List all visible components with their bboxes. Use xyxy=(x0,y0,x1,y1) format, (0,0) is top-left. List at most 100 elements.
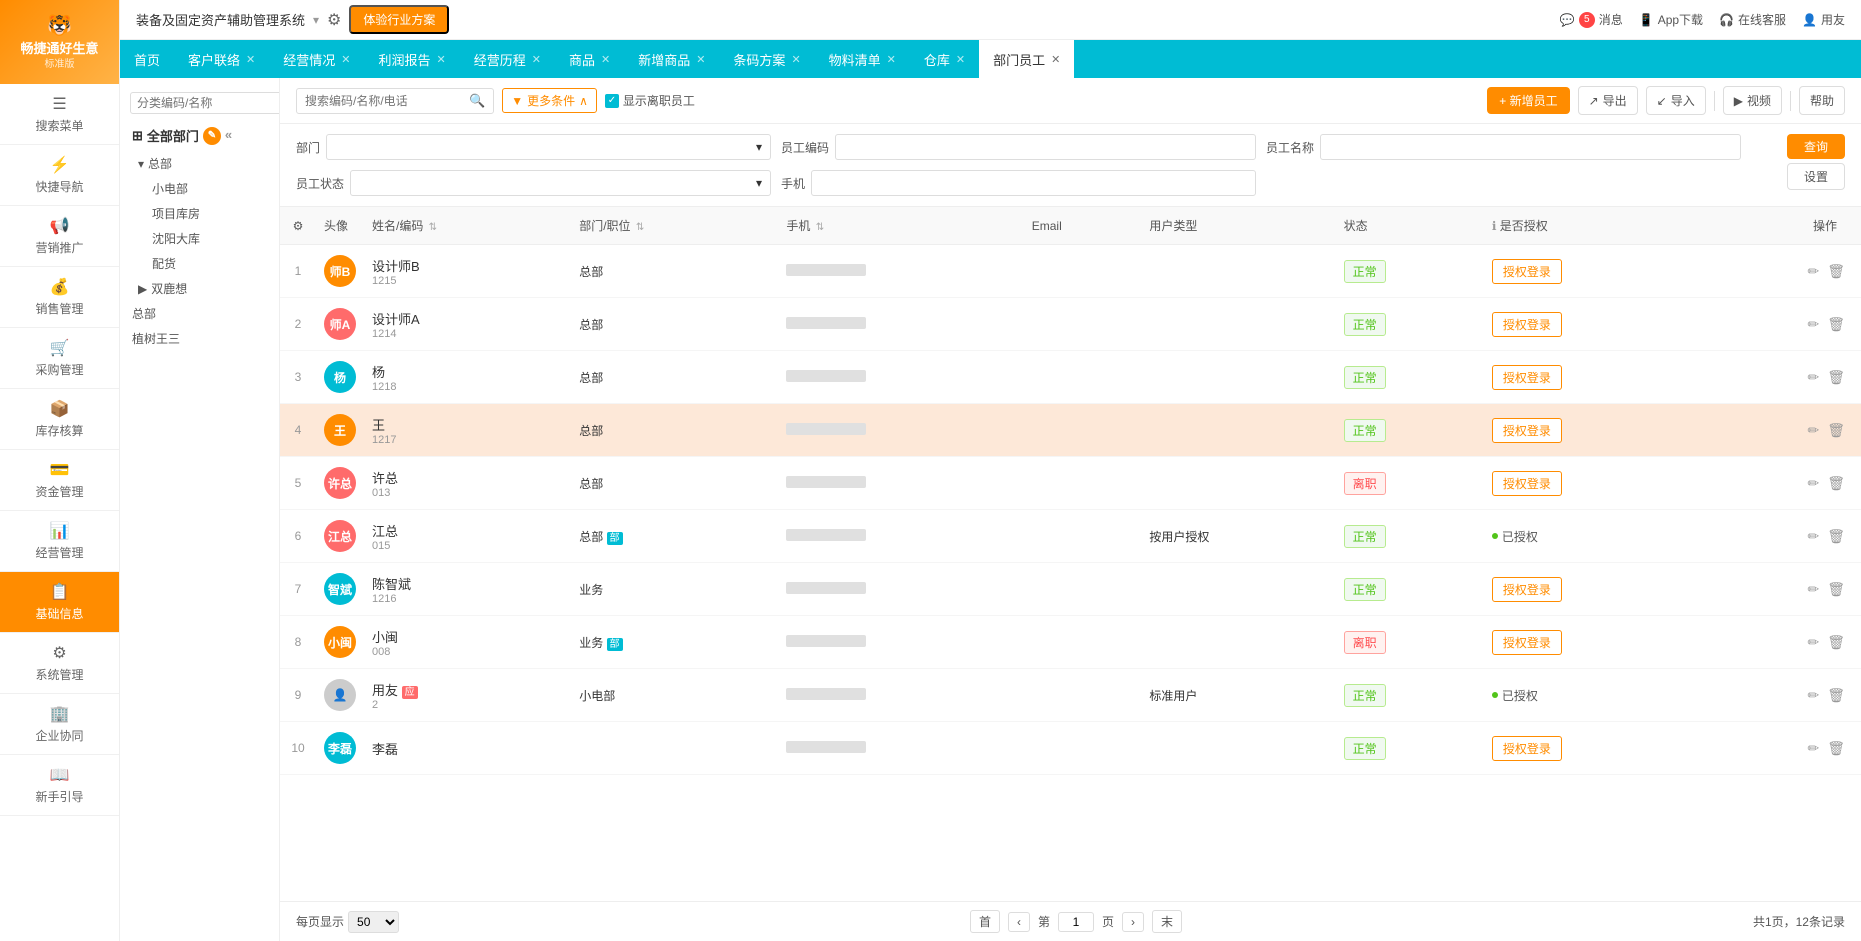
th-name[interactable]: 姓名/编码 ⇅ xyxy=(364,207,571,245)
sidebar-item-search[interactable]: ☰搜索菜单 xyxy=(0,84,119,145)
phone-filter-input[interactable] xyxy=(811,170,1256,196)
nav-tab-new-goods[interactable]: 新增商品✕ xyxy=(624,40,719,78)
dept-collapse-icon[interactable]: « xyxy=(225,127,232,145)
dept-filter-select[interactable]: ▾ xyxy=(326,134,771,160)
auth-button[interactable]: 授权登录 xyxy=(1492,312,1562,337)
edit-icon[interactable]: ✏ xyxy=(1807,475,1819,492)
sidebar-item-marketing[interactable]: 📢营销推广 xyxy=(0,206,119,267)
sidebar-item-purchase[interactable]: 🛒采购管理 xyxy=(0,328,119,389)
dept-shuang-title[interactable]: ▶ 双鹿想 xyxy=(136,276,271,301)
dept-item-shenyang[interactable]: 沈阳大库 xyxy=(136,226,271,251)
dept-search-input[interactable] xyxy=(130,92,280,114)
next-page-button[interactable]: › xyxy=(1122,912,1144,932)
gear-icon[interactable]: ⚙ xyxy=(327,10,341,30)
nav-tab-goods[interactable]: 商品✕ xyxy=(555,40,624,78)
tab-close-operation[interactable]: ✕ xyxy=(341,53,350,66)
tab-close-profit[interactable]: ✕ xyxy=(437,53,446,66)
nav-tab-process[interactable]: 经营历程✕ xyxy=(460,40,555,78)
import-button[interactable]: ↙ 导入 xyxy=(1646,86,1706,115)
sidebar-item-finance[interactable]: 💳资金管理 xyxy=(0,450,119,511)
delete-icon[interactable]: 🗑 xyxy=(1827,740,1845,757)
dept-general-title[interactable]: ▾ 总部 xyxy=(136,151,271,176)
dept-edit-icon[interactable]: ✎ xyxy=(203,127,221,145)
nav-tab-home[interactable]: 首页 xyxy=(120,40,174,78)
tab-close-barcode[interactable]: ✕ xyxy=(791,53,800,66)
delete-icon[interactable]: 🗑 xyxy=(1827,475,1845,492)
name-filter-input[interactable] xyxy=(1320,134,1741,160)
delete-icon[interactable]: 🗑 xyxy=(1827,422,1845,439)
dept-all-item[interactable]: ⊞ 全部部门 ✎ « xyxy=(128,120,271,151)
auth-button[interactable]: 授权登录 xyxy=(1492,259,1562,284)
prev-page-button[interactable]: ‹ xyxy=(1008,912,1030,932)
sidebar-item-shortcut[interactable]: ⚡快捷导航 xyxy=(0,145,119,206)
service-button[interactable]: 🎧 在线客服 xyxy=(1719,11,1786,28)
nav-tab-dept-staff[interactable]: 部门员工✕ xyxy=(979,40,1074,78)
sidebar-item-inventory[interactable]: 📦库存核算 xyxy=(0,389,119,450)
sidebar-item-company[interactable]: 🏢企业协同 xyxy=(0,694,119,755)
th-dept[interactable]: 部门/职位 ⇅ xyxy=(571,207,778,245)
auth-button[interactable]: 授权登录 xyxy=(1492,365,1562,390)
edit-icon[interactable]: ✏ xyxy=(1807,422,1819,439)
edit-icon[interactable]: ✏ xyxy=(1807,369,1819,386)
view-button[interactable]: ▶ 视频 xyxy=(1723,86,1782,115)
search-input[interactable] xyxy=(305,94,465,108)
sidebar-item-operation[interactable]: 📊经营管理 xyxy=(0,511,119,572)
add-staff-button[interactable]: + 新增员工 xyxy=(1487,87,1569,114)
delete-icon[interactable]: 🗑 xyxy=(1827,369,1845,386)
nav-tab-barcode[interactable]: 条码方案✕ xyxy=(719,40,814,78)
edit-icon[interactable]: ✏ xyxy=(1807,687,1819,704)
nav-tab-profit[interactable]: 利润报告✕ xyxy=(364,40,459,78)
query-button[interactable]: 查询 xyxy=(1787,134,1845,159)
app-download-button[interactable]: 📱 App下载 xyxy=(1639,11,1703,28)
sidebar-item-basic[interactable]: 📋基础信息 xyxy=(0,572,119,633)
nav-tab-customer[interactable]: 客户联络✕ xyxy=(174,40,269,78)
message-button[interactable]: 💬 5 消息 xyxy=(1560,11,1623,28)
th-phone[interactable]: 手机 ⇅ xyxy=(778,207,1023,245)
tab-close-process[interactable]: ✕ xyxy=(532,53,541,66)
tab-close-material[interactable]: ✕ xyxy=(887,53,896,66)
per-page-select[interactable]: 50 100 200 xyxy=(348,911,399,933)
auth-button[interactable]: 授权登录 xyxy=(1492,418,1562,443)
edit-icon[interactable]: ✏ xyxy=(1807,263,1819,280)
nav-tab-material[interactable]: 物料清单✕ xyxy=(815,40,910,78)
dept-item-planting[interactable]: 植树王三 xyxy=(128,326,271,351)
edit-icon[interactable]: ✏ xyxy=(1807,740,1819,757)
dept-item-general2[interactable]: 总部 xyxy=(128,301,271,326)
delete-icon[interactable]: 🗑 xyxy=(1827,634,1845,651)
nav-tab-warehouse[interactable]: 仓库✕ xyxy=(910,40,979,78)
export-button[interactable]: ↗ 导出 xyxy=(1578,86,1638,115)
auth-button[interactable]: 授权登录 xyxy=(1492,630,1562,655)
edit-icon[interactable]: ✏ xyxy=(1807,528,1819,545)
set-button[interactable]: 设置 xyxy=(1787,163,1845,190)
auth-button[interactable]: 授权登录 xyxy=(1492,736,1562,761)
page-input[interactable] xyxy=(1058,912,1094,932)
edit-icon[interactable]: ✏ xyxy=(1807,316,1819,333)
dept-item-project[interactable]: 项目库房 xyxy=(136,201,271,226)
delete-icon[interactable]: 🗑 xyxy=(1827,528,1845,545)
tab-close-warehouse[interactable]: ✕ xyxy=(956,53,965,66)
delete-icon[interactable]: 🗑 xyxy=(1827,687,1845,704)
delete-icon[interactable]: 🗑 xyxy=(1827,581,1845,598)
more-filter-button[interactable]: ▼ 更多条件 ∧ xyxy=(502,88,597,113)
code-filter-input[interactable] xyxy=(835,134,1256,160)
sidebar-item-guide[interactable]: 📖新手引导 xyxy=(0,755,119,816)
delete-icon[interactable]: 🗑 xyxy=(1827,263,1845,280)
edit-icon[interactable]: ✏ xyxy=(1807,581,1819,598)
sidebar-item-system[interactable]: ⚙系统管理 xyxy=(0,633,119,694)
status-filter-select[interactable]: ▾ xyxy=(350,170,771,196)
delete-icon[interactable]: 🗑 xyxy=(1827,316,1845,333)
tab-close-new-goods[interactable]: ✕ xyxy=(696,53,705,66)
last-page-button[interactable]: 末 xyxy=(1152,910,1182,933)
auth-button[interactable]: 授权登录 xyxy=(1492,471,1562,496)
trial-button[interactable]: 体验行业方案 xyxy=(349,5,449,34)
sidebar-item-sales[interactable]: 💰销售管理 xyxy=(0,267,119,328)
dept-item-distribution[interactable]: 配货 xyxy=(136,251,271,276)
dept-item-small-elec[interactable]: 小电部 xyxy=(136,176,271,201)
tab-close-dept-staff[interactable]: ✕ xyxy=(1051,53,1060,66)
tab-close-customer[interactable]: ✕ xyxy=(246,53,255,66)
show-archived-toggle[interactable]: ✓ 显示离职员工 xyxy=(605,92,695,109)
auth-button[interactable]: 授权登录 xyxy=(1492,577,1562,602)
dropdown-icon[interactable]: ▾ xyxy=(313,13,319,27)
help-button[interactable]: 帮助 xyxy=(1799,86,1845,115)
edit-icon[interactable]: ✏ xyxy=(1807,634,1819,651)
